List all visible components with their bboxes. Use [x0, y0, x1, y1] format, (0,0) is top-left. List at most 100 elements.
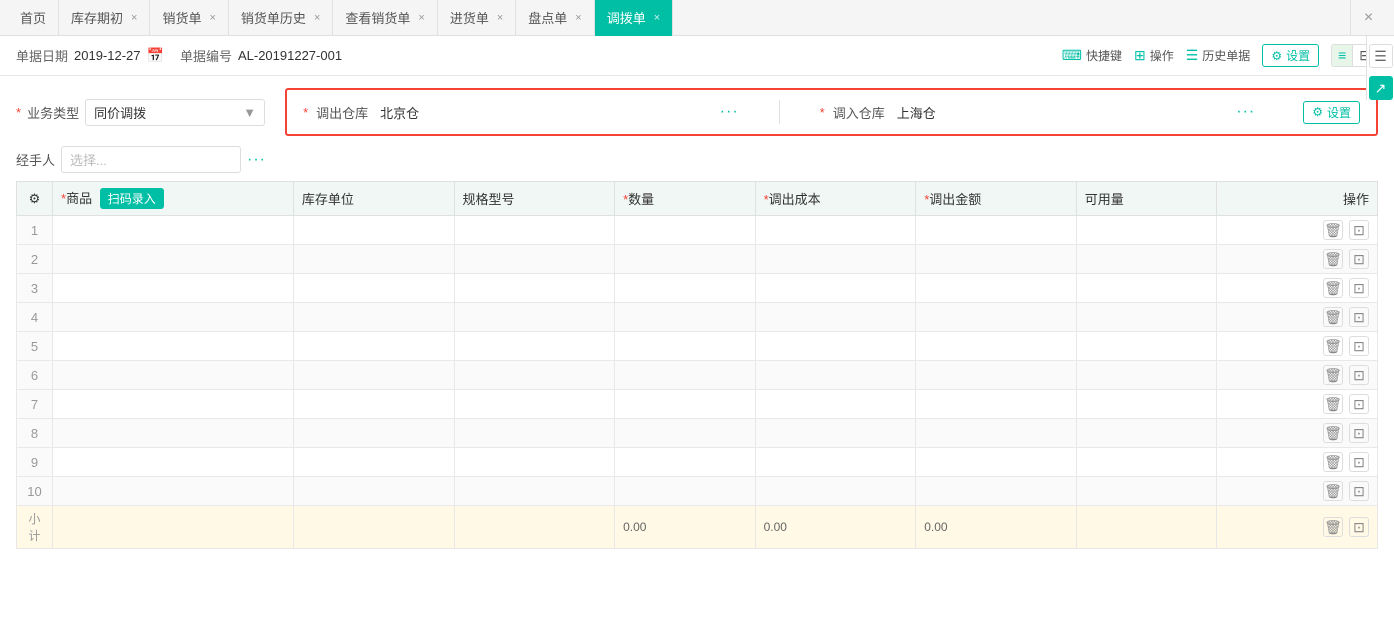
handler-select[interactable]: 选择...	[61, 146, 241, 173]
transfer-out-more-icon[interactable]: ···	[720, 103, 739, 121]
delete-row-button[interactable]: 🗑	[1323, 517, 1343, 537]
transfer-in-more-icon[interactable]: ···	[1236, 103, 1255, 121]
tab-home[interactable]: 首页	[8, 0, 59, 36]
delete-row-button[interactable]: 🗑	[1323, 278, 1343, 298]
cell-quantity[interactable]	[615, 245, 756, 274]
copy-row-button[interactable]: ⊡	[1349, 278, 1369, 298]
settings-button[interactable]: ⚙ 设置	[1262, 44, 1319, 67]
cell-cost[interactable]	[755, 216, 916, 245]
cell-product[interactable]	[53, 332, 294, 361]
delete-row-button[interactable]: 🗑	[1323, 423, 1343, 443]
cell-product[interactable]	[53, 216, 294, 245]
cell-amount[interactable]	[916, 245, 1077, 274]
scan-button[interactable]: 扫码录入	[100, 188, 164, 209]
view-list-button[interactable]: ≡	[1332, 45, 1353, 66]
tab-close-inventory-init[interactable]: ×	[131, 12, 137, 24]
delete-row-button[interactable]: 🗑	[1323, 481, 1343, 501]
operations-button[interactable]: ⊞ 操作	[1134, 47, 1174, 64]
delete-row-button[interactable]: 🗑	[1323, 307, 1343, 327]
cell-cost[interactable]	[755, 477, 916, 506]
copy-row-button[interactable]: ⊡	[1349, 452, 1369, 472]
tab-close-transfer[interactable]: ×	[654, 12, 660, 24]
copy-row-button[interactable]: ⊡	[1349, 249, 1369, 269]
cell-amount[interactable]	[916, 448, 1077, 477]
copy-row-button[interactable]: ⊡	[1349, 481, 1369, 501]
tab-sales-history[interactable]: 销货单历史 ×	[229, 0, 333, 36]
business-type-select[interactable]: 同价调拨 ▼	[85, 99, 265, 126]
tab-inventory-init[interactable]: 库存期初 ×	[59, 0, 150, 36]
cell-cost[interactable]	[755, 419, 916, 448]
tab-close-view-sales[interactable]: ×	[418, 12, 424, 24]
cell-cost[interactable]	[755, 390, 916, 419]
cell-quantity[interactable]	[615, 448, 756, 477]
cell-amount[interactable]	[916, 419, 1077, 448]
th-spec: 规格型号	[454, 182, 615, 216]
handler-more-icon[interactable]: ···	[247, 151, 266, 169]
cell-quantity[interactable]	[615, 361, 756, 390]
tab-close-sales-history[interactable]: ×	[314, 12, 320, 24]
cell-product[interactable]	[53, 303, 294, 332]
sidebar-list-icon[interactable]: ☰	[1369, 44, 1393, 68]
copy-row-button[interactable]: ⊡	[1349, 307, 1369, 327]
cell-amount[interactable]	[916, 216, 1077, 245]
cell-cost[interactable]	[755, 245, 916, 274]
copy-row-button[interactable]: ⊡	[1349, 394, 1369, 414]
tab-transfer[interactable]: 调拨单 ×	[595, 0, 673, 36]
cell-product[interactable]	[53, 274, 294, 303]
cell-product[interactable]	[53, 245, 294, 274]
cell-cost[interactable]	[755, 332, 916, 361]
calendar-icon[interactable]: 📅	[147, 47, 164, 64]
window-close-button[interactable]: ×	[1350, 0, 1386, 36]
delete-row-button[interactable]: 🗑	[1323, 365, 1343, 385]
copy-row-button[interactable]: ⊡	[1349, 423, 1369, 443]
cell-quantity[interactable]	[615, 390, 756, 419]
cell-quantity[interactable]	[615, 477, 756, 506]
cell-amount[interactable]	[916, 332, 1077, 361]
tab-close-stocktake[interactable]: ×	[575, 12, 581, 24]
copy-row-button[interactable]: ⊡	[1349, 365, 1369, 385]
cell-quantity[interactable]	[615, 216, 756, 245]
shortcuts-button[interactable]: ⌨ 快捷键	[1062, 47, 1122, 64]
cell-quantity[interactable]	[615, 274, 756, 303]
tab-sales-order[interactable]: 销货单 ×	[150, 0, 228, 36]
copy-row-button[interactable]: ⊡	[1349, 220, 1369, 240]
cell-product[interactable]	[53, 477, 294, 506]
cell-cost[interactable]	[755, 274, 916, 303]
delete-row-button[interactable]: 🗑	[1323, 220, 1343, 240]
cell-product[interactable]	[53, 419, 294, 448]
cell-amount[interactable]	[916, 303, 1077, 332]
cell-amount[interactable]	[916, 477, 1077, 506]
delete-row-button[interactable]: 🗑	[1323, 452, 1343, 472]
cell-unit	[293, 274, 454, 303]
delete-row-button[interactable]: 🗑	[1323, 336, 1343, 356]
tab-bar: 首页 库存期初 × 销货单 × 销货单历史 × 查看销货单 × 进货单 × 盘点…	[0, 0, 1394, 36]
delete-row-button[interactable]: 🗑	[1323, 394, 1343, 414]
tab-close-purchase[interactable]: ×	[497, 12, 503, 24]
th-gear[interactable]: ⚙	[17, 182, 53, 216]
cell-cost[interactable]	[755, 361, 916, 390]
cell-amount[interactable]	[916, 274, 1077, 303]
tab-close-sales-order[interactable]: ×	[209, 12, 215, 24]
cell-available	[1076, 506, 1217, 549]
history-button[interactable]: ☰ 历史单据	[1186, 47, 1251, 64]
cell-quantity[interactable]	[615, 303, 756, 332]
cell-product[interactable]	[53, 448, 294, 477]
th-quantity: *数量	[615, 182, 756, 216]
cell-amount[interactable]	[916, 390, 1077, 419]
cell-quantity[interactable]	[615, 419, 756, 448]
copy-row-button[interactable]: ⊡	[1349, 517, 1369, 537]
tab-purchase[interactable]: 进货单 ×	[438, 0, 516, 36]
cell-amount[interactable]	[916, 361, 1077, 390]
highlight-settings-button[interactable]: ⚙ 设置	[1303, 101, 1360, 124]
cell-product[interactable]	[53, 390, 294, 419]
sidebar-export-icon[interactable]: ↗	[1369, 76, 1393, 100]
tab-view-sales[interactable]: 查看销货单 ×	[333, 0, 437, 36]
tab-stocktake[interactable]: 盘点单 ×	[516, 0, 594, 36]
cell-quantity[interactable]	[615, 332, 756, 361]
delete-row-button[interactable]: 🗑	[1323, 249, 1343, 269]
cell-product[interactable]	[53, 361, 294, 390]
cell-unit	[293, 332, 454, 361]
cell-cost[interactable]	[755, 303, 916, 332]
copy-row-button[interactable]: ⊡	[1349, 336, 1369, 356]
cell-cost[interactable]	[755, 448, 916, 477]
